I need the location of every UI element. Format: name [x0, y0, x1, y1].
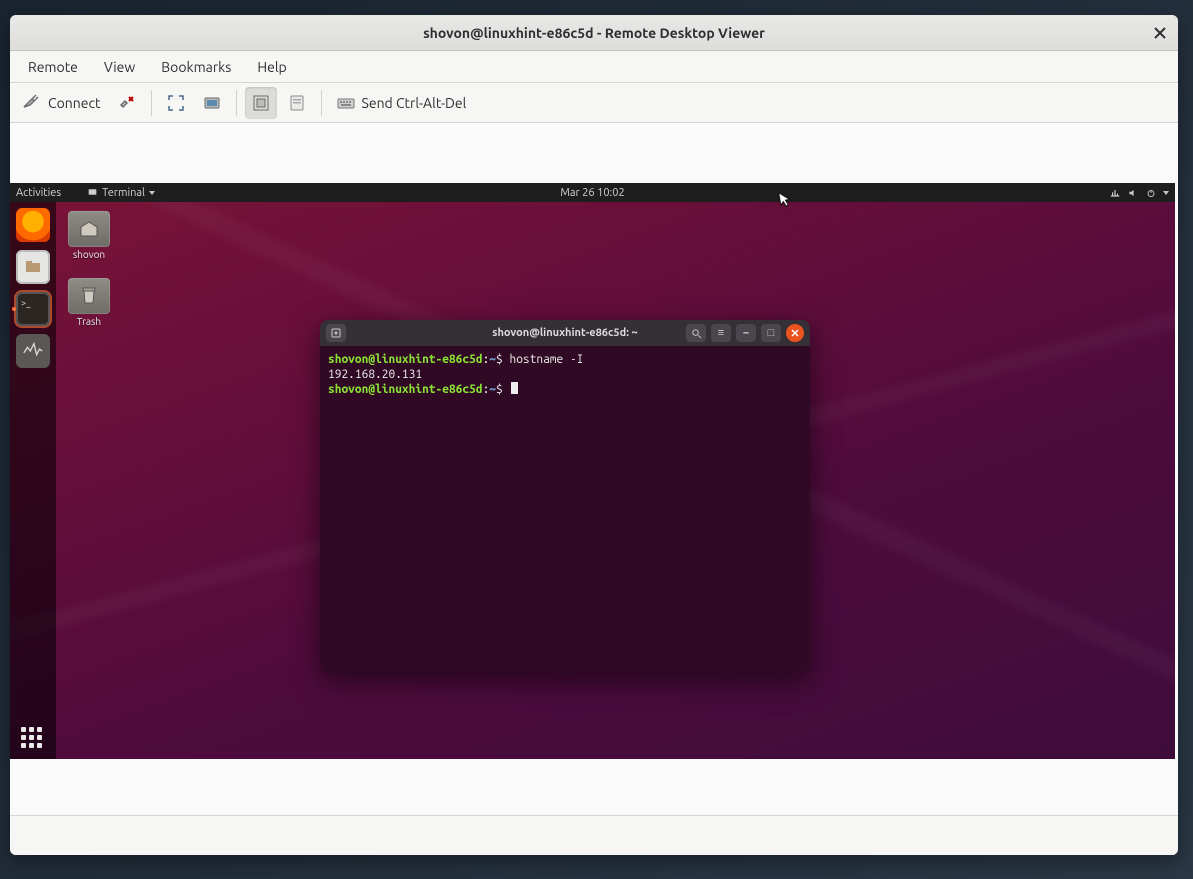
volume-icon[interactable] [1127, 187, 1139, 199]
toolbar: Connect [10, 83, 1178, 123]
disconnect-icon [117, 93, 137, 113]
terminal-close-button[interactable] [786, 324, 804, 342]
prompt-user: shovon@linuxhint-e86c5d [328, 383, 483, 396]
activities-button[interactable]: Activities [16, 187, 61, 199]
close-icon[interactable] [1152, 25, 1168, 41]
chevron-down-icon [149, 191, 155, 195]
trash-icon[interactable]: Trash [68, 278, 110, 327]
dock-files-icon[interactable] [16, 250, 50, 284]
remote-session[interactable]: Activities Terminal Mar 26 10:02 [10, 183, 1175, 759]
screenshot-icon [202, 93, 222, 113]
prompt-user: shovon@linuxhint-e86c5d [328, 353, 483, 366]
connect-button[interactable]: Connect [16, 87, 107, 119]
screenshot-button[interactable] [196, 87, 228, 119]
show-applications-button[interactable] [21, 727, 45, 751]
home-folder-icon[interactable]: shovon [68, 211, 110, 260]
menu-remote[interactable]: Remote [18, 55, 88, 79]
disconnect-button[interactable] [111, 87, 143, 119]
scaling-button[interactable] [245, 87, 277, 119]
window-titlebar[interactable]: shovon@linuxhint-e86c5d - Remote Desktop… [10, 15, 1178, 51]
clock-button[interactable]: Mar 26 10:02 [560, 187, 624, 199]
ubuntu-dock [10, 202, 56, 759]
terminal-output: 192.168.20.131 [328, 368, 422, 381]
send-cad-label: Send Ctrl-Alt-Del [362, 95, 467, 111]
app-menu-button[interactable]: Terminal [87, 187, 155, 199]
chevron-down-icon [1163, 191, 1169, 195]
terminal-title: shovon@linuxhint-e86c5d: ~ [492, 327, 637, 339]
window-title: shovon@linuxhint-e86c5d - Remote Desktop… [423, 25, 765, 41]
terminal-cursor [511, 382, 518, 394]
trash-label: Trash [77, 316, 101, 327]
menu-view[interactable]: View [94, 55, 145, 79]
menu-bookmarks[interactable]: Bookmarks [151, 55, 241, 79]
connect-icon [22, 93, 42, 113]
remote-desktop-viewer-window: shovon@linuxhint-e86c5d - Remote Desktop… [10, 15, 1178, 855]
terminal-menu-button[interactable]: ≡ [711, 324, 731, 342]
dock-terminal-icon[interactable] [16, 292, 50, 326]
terminal-maximize-button[interactable]: □ [761, 324, 781, 342]
terminal-minimize-button[interactable]: – [736, 324, 756, 342]
scaling-icon [251, 93, 271, 113]
app-menu-label: Terminal [102, 187, 145, 199]
menu-help[interactable]: Help [247, 55, 296, 79]
remote-cursor-icon [778, 190, 793, 208]
terminal-command: hostname -I [509, 353, 583, 366]
dock-system-monitor-icon[interactable] [16, 334, 50, 368]
readonly-button[interactable] [281, 87, 313, 119]
send-ctrl-alt-del-button[interactable]: Send Ctrl-Alt-Del [330, 87, 473, 119]
connect-label: Connect [48, 95, 101, 111]
terminal-new-tab-button[interactable] [326, 324, 346, 342]
fullscreen-button[interactable] [160, 87, 192, 119]
gnome-topbar: Activities Terminal Mar 26 10:02 [10, 183, 1175, 202]
toolbar-separator [321, 90, 322, 116]
fullscreen-icon [166, 93, 186, 113]
menubar: Remote View Bookmarks Help [10, 51, 1178, 83]
terminal-titlebar[interactable]: shovon@linuxhint-e86c5d: ~ ≡ – □ [320, 320, 810, 346]
power-icon[interactable] [1145, 187, 1157, 199]
keyboard-icon [336, 93, 356, 113]
toolbar-separator [236, 90, 237, 116]
viewer-content: Activities Terminal Mar 26 10:02 [10, 123, 1178, 815]
desktop-icons: shovon Trash [68, 211, 110, 327]
terminal-search-button[interactable] [686, 324, 706, 342]
gnome-terminal-window[interactable]: shovon@linuxhint-e86c5d: ~ ≡ – □ shovon@… [320, 320, 810, 673]
network-icon[interactable] [1109, 187, 1121, 199]
terminal-body[interactable]: shovon@linuxhint-e86c5d:~$ hostname -I 1… [320, 346, 810, 673]
dock-firefox-icon[interactable] [16, 208, 50, 242]
viewer-statusbar [10, 815, 1178, 855]
readonly-icon [287, 93, 307, 113]
toolbar-separator [151, 90, 152, 116]
home-folder-label: shovon [73, 249, 105, 260]
